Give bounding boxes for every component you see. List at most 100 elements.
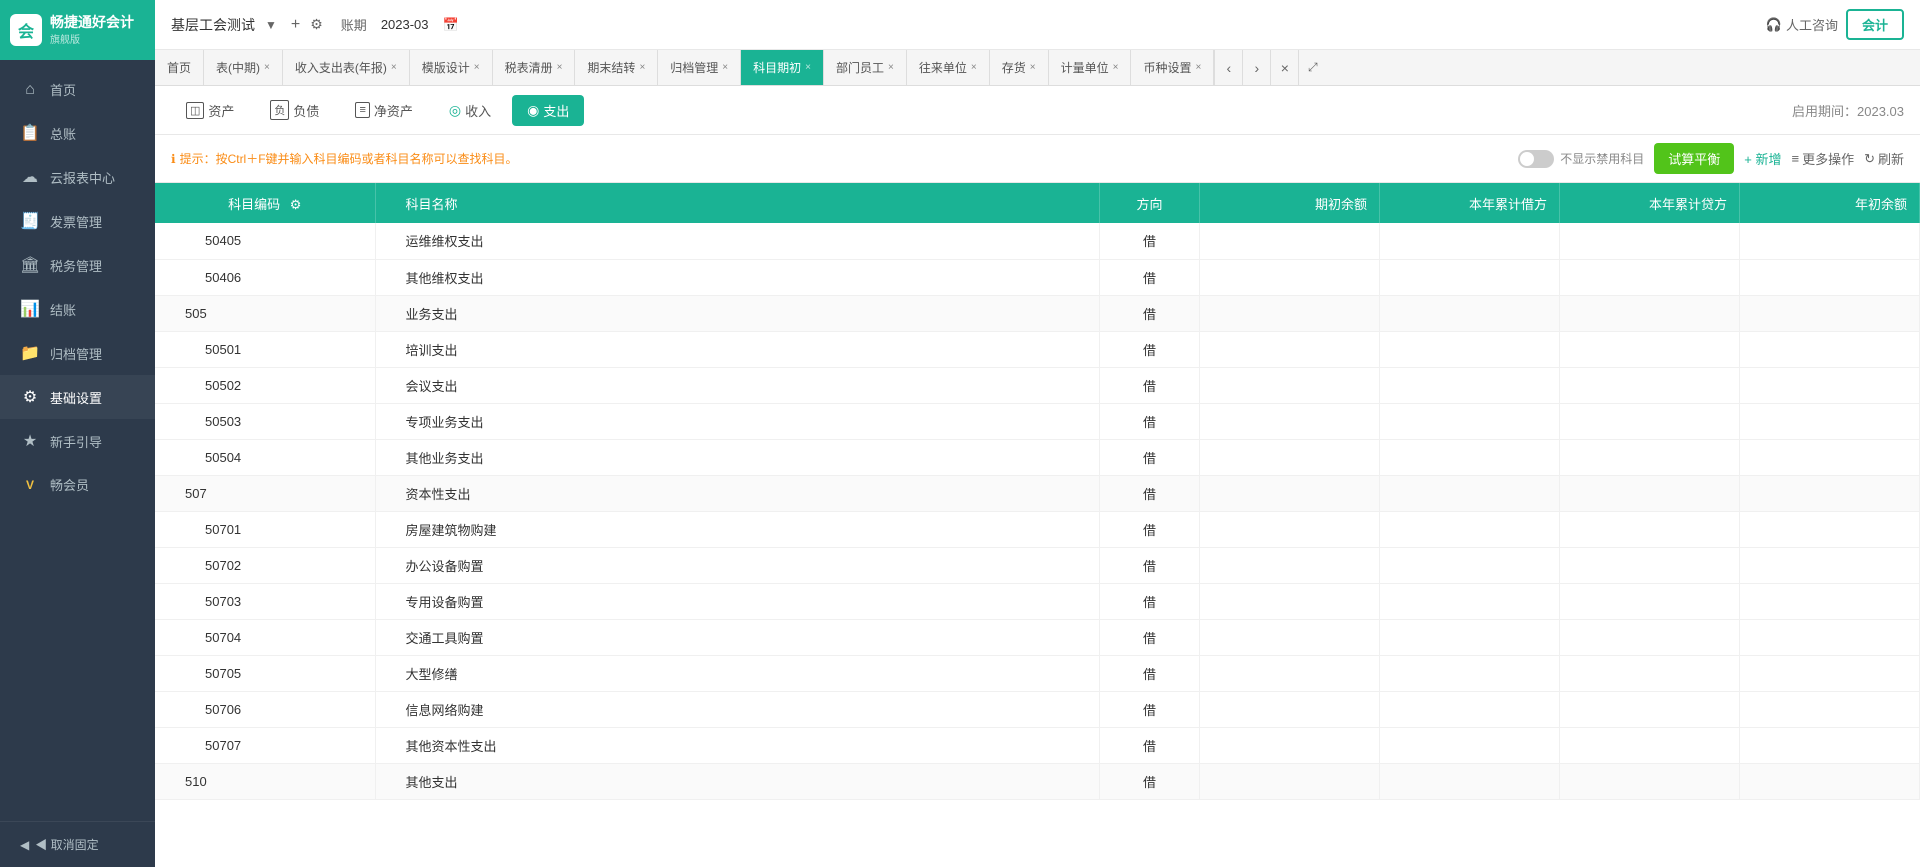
table-row[interactable]: 505 业务支出 借	[155, 295, 1920, 331]
balance-button[interactable]: 试算平衡	[1654, 143, 1734, 174]
tab-inventory[interactable]: 存货 ×	[990, 50, 1049, 86]
tab-currency[interactable]: 币种设置 ×	[1131, 50, 1214, 86]
table-row[interactable]: 50702 办公设备购置 借	[155, 547, 1920, 583]
cell-ytd-credit	[1560, 223, 1740, 259]
table-row[interactable]: 50503 专项业务支出 借	[155, 403, 1920, 439]
cell-year-begin	[1740, 475, 1920, 511]
table-row[interactable]: 50501 培训支出 借	[155, 331, 1920, 367]
close-annual-btn[interactable]: ×	[391, 62, 397, 73]
consult-button[interactable]: 🎧 人工咨询	[1766, 15, 1838, 34]
invoice-icon: 🧾	[20, 211, 40, 231]
subtab-asset[interactable]: ◫ 资产	[171, 95, 249, 126]
cell-name: 专项业务支出	[375, 403, 1100, 439]
tab-home[interactable]: 首页	[155, 50, 204, 86]
tab-tax[interactable]: 税表清册 ×	[493, 50, 576, 86]
cell-code: 50701	[155, 511, 375, 547]
sidebar-item-tax[interactable]: 🏛 税务管理	[0, 243, 155, 287]
sidebar-item-archive[interactable]: 📁 归档管理	[0, 331, 155, 375]
cell-ytd-credit	[1560, 511, 1740, 547]
table-row[interactable]: 50701 房屋建筑物购建 借	[155, 511, 1920, 547]
sidebar-nav: ⌂ 首页 📋 总账 ☁ 云报表中心 🧾 发票管理 🏛 税务管理 📊 结账 📁 归…	[0, 60, 155, 821]
add-button[interactable]: + 新增	[1744, 149, 1781, 168]
sidebar-toggle-pin[interactable]: ◀ ◀ 取消固定	[0, 821, 155, 867]
table-row[interactable]: 50707 其他资本性支出 借	[155, 727, 1920, 763]
accounting-button[interactable]: 会计	[1846, 9, 1904, 40]
table-row[interactable]: 50706 信息网络购建 借	[155, 691, 1920, 727]
table-row[interactable]: 50703 专用设备购置 借	[155, 583, 1920, 619]
close-unit-btn[interactable]: ×	[1113, 62, 1119, 73]
dropdown-icon[interactable]: ▼	[265, 18, 277, 32]
app-version: 旗舰版	[50, 31, 134, 46]
tab-subject-init[interactable]: 科目期初 ×	[741, 50, 824, 86]
tab-next-btn[interactable]: ›	[1242, 50, 1270, 86]
close-tax-btn[interactable]: ×	[557, 62, 563, 73]
cell-ytd-debit	[1380, 511, 1560, 547]
tab-expand-btn[interactable]: ⤢	[1298, 50, 1326, 86]
cell-opening	[1200, 655, 1380, 691]
subtab-expense[interactable]: ◉ 支出	[512, 95, 584, 126]
tab-prev-btn[interactable]: ‹	[1214, 50, 1242, 86]
table-row[interactable]: 510 其他支出 借	[155, 763, 1920, 799]
subject-table: 科目编码 ⚙ 科目名称 方向 期初余额 本年累计借方 本年累计贷方 年初余额 5…	[155, 183, 1920, 800]
cell-dir: 借	[1100, 619, 1200, 655]
cell-ytd-debit	[1380, 727, 1560, 763]
table-row[interactable]: 50705 大型修缮 借	[155, 655, 1920, 691]
close-icon: 📊	[20, 299, 40, 319]
tab-file-mgmt[interactable]: 归档管理 ×	[658, 50, 741, 86]
close-file-btn[interactable]: ×	[722, 62, 728, 73]
subtab-liability[interactable]: 负 负债	[255, 94, 334, 126]
table-row[interactable]: 50504 其他业务支出 借	[155, 439, 1920, 475]
close-subject-btn[interactable]: ×	[805, 62, 811, 73]
tab-period-close[interactable]: 期末结转 ×	[575, 50, 658, 86]
more-actions-button[interactable]: ≡ 更多操作	[1791, 149, 1854, 168]
tab-close-all-btn[interactable]: ×	[1270, 50, 1298, 86]
calendar-icon[interactable]: 📅	[443, 17, 459, 33]
toggle-switch[interactable]	[1518, 150, 1554, 168]
subtab-income[interactable]: ◎ 收入	[434, 95, 506, 126]
table-row[interactable]: 50405 运维维权支出 借	[155, 223, 1920, 259]
table-row[interactable]: 50502 会议支出 借	[155, 367, 1920, 403]
close-period-btn[interactable]: ×	[639, 62, 645, 73]
sidebar-item-vip[interactable]: V 畅会员	[0, 463, 155, 506]
sidebar-item-home[interactable]: ⌂ 首页	[0, 68, 155, 111]
sidebar-item-ledger[interactable]: 📋 总账	[0, 111, 155, 155]
cell-opening	[1200, 223, 1380, 259]
close-inventory-btn[interactable]: ×	[1030, 62, 1036, 73]
settings-btn[interactable]: ⚙	[310, 16, 323, 33]
sidebar-item-reports[interactable]: ☁ 云报表中心	[0, 155, 155, 199]
tab-unit[interactable]: 计量单位 ×	[1049, 50, 1132, 86]
tab-counterparty[interactable]: 往来单位 ×	[907, 50, 990, 86]
close-counterparty-btn[interactable]: ×	[971, 62, 977, 73]
sidebar-item-invoice[interactable]: 🧾 发票管理	[0, 199, 155, 243]
sidebar-item-guide[interactable]: ★ 新手引导	[0, 419, 155, 463]
table-row[interactable]: 50406 其他维权支出 借	[155, 259, 1920, 295]
close-template-btn[interactable]: ×	[474, 62, 480, 73]
add-project-btn[interactable]: +	[291, 16, 300, 34]
tab-midterm[interactable]: 表(中期) ×	[204, 50, 283, 86]
cell-code: 50705	[155, 655, 375, 691]
refresh-button[interactable]: ↻ 刷新	[1864, 149, 1904, 168]
sidebar-item-settings[interactable]: ⚙ 基础设置	[0, 375, 155, 419]
cell-dir: 借	[1100, 403, 1200, 439]
tab-label-subject: 科目期初	[753, 59, 801, 76]
subtab-equity[interactable]: ≡ 净资产	[340, 95, 427, 126]
cell-opening	[1200, 583, 1380, 619]
cell-opening	[1200, 511, 1380, 547]
table-row[interactable]: 507 资本性支出 借	[155, 475, 1920, 511]
tab-annual[interactable]: 收入支出表(年报) ×	[283, 50, 410, 86]
sidebar-item-close[interactable]: 📊 结账	[0, 287, 155, 331]
table-row[interactable]: 50704 交通工具购置 借	[155, 619, 1920, 655]
cell-opening	[1200, 763, 1380, 799]
tab-label-counterparty: 往来单位	[919, 59, 967, 76]
close-currency-btn[interactable]: ×	[1195, 62, 1201, 73]
close-midterm-btn[interactable]: ×	[264, 62, 270, 73]
cell-year-begin	[1740, 331, 1920, 367]
col-settings-icon[interactable]: ⚙	[290, 197, 302, 212]
tab-dept[interactable]: 部门员工 ×	[824, 50, 907, 86]
table-container[interactable]: 科目编码 ⚙ 科目名称 方向 期初余额 本年累计借方 本年累计贷方 年初余额 5…	[155, 183, 1920, 867]
tab-template[interactable]: 模版设计 ×	[410, 50, 493, 86]
sidebar-label-reports: 云报表中心	[50, 168, 115, 187]
cell-dir: 借	[1100, 655, 1200, 691]
cell-name: 办公设备购置	[375, 547, 1100, 583]
close-dept-btn[interactable]: ×	[888, 62, 894, 73]
